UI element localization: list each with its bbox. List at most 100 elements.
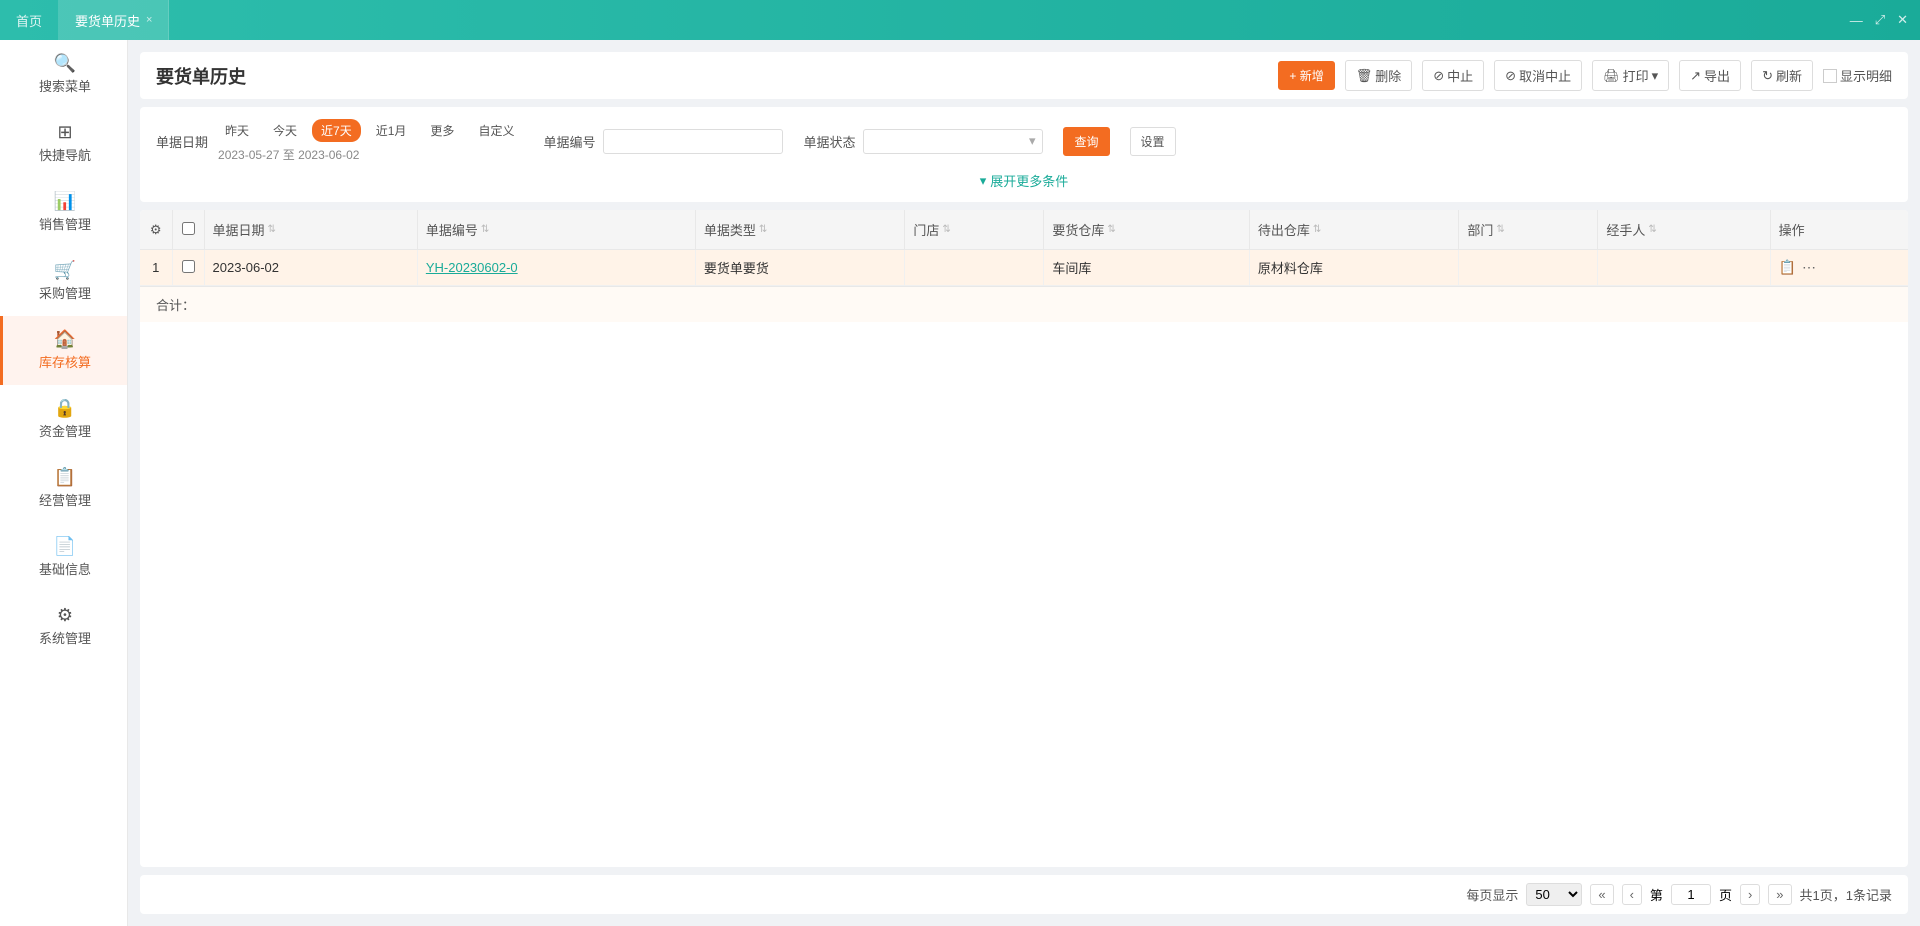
stop-icon: ⊘ — [1433, 68, 1444, 84]
expand-more-row: ▾ 展开更多条件 — [156, 171, 1892, 190]
cancel-stop-button[interactable]: ⊘ 取消中止 — [1494, 60, 1582, 91]
row-checkbox-cell — [172, 250, 204, 286]
table-body: 1 2023-06-02 YH-20230602-0 要货单要货 车间库 原材料… — [140, 250, 1908, 286]
sort-icon: ⇅ — [1107, 224, 1115, 235]
date-btn-yesterday[interactable]: 昨天 — [216, 119, 258, 142]
cell-dept — [1459, 250, 1598, 286]
search-menu-icon: 🔍 — [54, 54, 76, 72]
display-detail-toggle[interactable]: 显示明细 — [1823, 66, 1892, 85]
basic-info-icon: 📄 — [54, 537, 76, 555]
export-button[interactable]: ↗ 导出 — [1679, 60, 1741, 91]
status-select[interactable] — [863, 129, 1043, 154]
sidebar-item-basic-info[interactable]: 📄 基础信息 — [0, 523, 127, 592]
delete-button[interactable]: 🗑 删除 — [1345, 60, 1413, 91]
sidebar-item-label: 资金管理 — [39, 421, 91, 440]
cell-doc-date: 2023-06-02 — [204, 250, 417, 286]
sidebar-item-label: 搜索菜单 — [39, 76, 91, 95]
sidebar-item-label: 系统管理 — [39, 628, 91, 647]
page-size-select[interactable]: 50 10 20 100 — [1526, 883, 1582, 906]
sales-icon: 📊 — [54, 192, 76, 210]
sort-icon: ⇅ — [759, 224, 767, 235]
row-more-icon[interactable]: ⋯ — [1802, 259, 1816, 276]
select-all-checkbox[interactable] — [182, 222, 195, 235]
main-content: 要货单历史 + 新增 🗑 删除 ⊘ 中止 ⊘ 取消中止 🖨 打印 — [128, 40, 1920, 926]
last-page-button[interactable]: » — [1768, 884, 1791, 905]
new-button[interactable]: + 新增 — [1278, 61, 1334, 90]
sidebar-item-label: 销售管理 — [39, 214, 91, 233]
col-pending-warehouse: 待出仓库 ⇅ — [1249, 210, 1459, 250]
inventory-icon: 🏠 — [54, 330, 76, 348]
row-edit-icon[interactable]: 📋 — [1779, 259, 1796, 276]
top-bar: 首页 要货单历史 × — ⤢ ✕ — [0, 0, 1920, 40]
doc-no-input[interactable] — [603, 129, 783, 154]
tab-purchase-history[interactable]: 要货单历史 × — [59, 0, 169, 40]
delete-icon: 🗑 — [1356, 68, 1373, 84]
date-btn-1month[interactable]: 近1月 — [367, 119, 416, 142]
status-label: 单据状态 — [803, 132, 855, 151]
sidebar-item-finance-mgmt[interactable]: 🔒 资金管理 — [0, 385, 127, 454]
sys-icon: ⚙ — [57, 606, 73, 624]
tab-home[interactable]: 首页 — [0, 0, 59, 40]
page-size-label: 每页显示 — [1466, 885, 1518, 904]
sidebar-item-label: 基础信息 — [39, 559, 91, 578]
cell-handler — [1598, 250, 1770, 286]
date-btn-7days[interactable]: 近7天 — [312, 119, 361, 142]
window-close-icon[interactable]: ✕ — [1897, 12, 1908, 28]
doc-no-label: 单据编号 — [543, 132, 595, 151]
date-btn-more[interactable]: 更多 — [421, 119, 463, 142]
cell-actions: 📋 ⋯ — [1770, 250, 1908, 286]
status-select-wrapper — [863, 129, 1043, 154]
expand-more-button[interactable]: ▾ 展开更多条件 — [980, 171, 1069, 190]
sidebar-item-search-menu[interactable]: 🔍 搜索菜单 — [0, 40, 127, 109]
settings-col-icon[interactable]: ⚙ — [150, 222, 162, 237]
col-settings: ⚙ — [140, 210, 172, 250]
col-doc-type: 单据类型 ⇅ — [695, 210, 905, 250]
prev-page-button[interactable]: ‹ — [1622, 884, 1642, 905]
sidebar-item-quick-nav[interactable]: ⊞ 快捷导航 — [0, 109, 127, 178]
footer-label: 合计： — [156, 298, 195, 313]
tab-close-icon[interactable]: × — [146, 14, 152, 26]
sidebar: 🔍 搜索菜单 ⊞ 快捷导航 📊 销售管理 🛒 采购管理 🏠 库存核算 🔒 资金管… — [0, 40, 128, 926]
filter-row: 单据日期 昨天 今天 近7天 近1月 更多 自定义 2023-05-27 至 2… — [156, 119, 1892, 163]
purchase-icon: 🛒 — [54, 261, 76, 279]
col-doc-no: 单据编号 ⇅ — [417, 210, 695, 250]
table-footer-summary: 合计： — [140, 286, 1908, 322]
sidebar-item-label: 库存核算 — [39, 352, 91, 371]
next-page-button[interactable]: › — [1740, 884, 1760, 905]
col-doc-date: 单据日期 ⇅ — [204, 210, 417, 250]
window-minimize-icon[interactable]: — — [1850, 13, 1863, 28]
cell-doc-no: YH-20230602-0 — [417, 250, 695, 286]
jump-prefix: 第 — [1650, 885, 1663, 904]
cell-doc-type: 要货单要货 — [695, 250, 905, 286]
sidebar-item-label: 经营管理 — [39, 490, 91, 509]
date-btn-custom[interactable]: 自定义 — [469, 119, 523, 142]
doc-no-link[interactable]: YH-20230602-0 — [426, 260, 518, 275]
date-btn-today[interactable]: 今天 — [264, 119, 306, 142]
first-page-button[interactable]: « — [1590, 884, 1613, 905]
page-input[interactable] — [1671, 884, 1711, 905]
cell-pending-warehouse: 原材料仓库 — [1249, 250, 1459, 286]
table-header: ⚙ 单据日期 ⇅ 单据编号 — [140, 210, 1908, 250]
refresh-icon: ↻ — [1762, 68, 1773, 84]
settings-button[interactable]: 设置 — [1130, 127, 1176, 156]
cell-store — [905, 250, 1044, 286]
sort-icon: ⇅ — [268, 224, 276, 235]
refresh-button[interactable]: ↻ 刷新 — [1751, 60, 1813, 91]
col-store: 门店 ⇅ — [905, 210, 1044, 250]
sidebar-item-ops-mgmt[interactable]: 📋 经营管理 — [0, 454, 127, 523]
sidebar-item-sales-mgmt[interactable]: 📊 销售管理 — [0, 178, 127, 247]
sidebar-item-sys-mgmt[interactable]: ⚙ 系统管理 — [0, 592, 127, 661]
finance-icon: 🔒 — [54, 399, 76, 417]
window-maximize-icon[interactable]: ⤢ — [1875, 12, 1885, 28]
table-area: ⚙ 单据日期 ⇅ 单据编号 — [140, 210, 1908, 867]
sidebar-item-inventory[interactable]: 🏠 库存核算 — [0, 316, 127, 385]
date-range-display: 2023-05-27 至 2023-06-02 — [218, 146, 523, 163]
query-button[interactable]: 查询 — [1063, 127, 1109, 156]
row-checkbox[interactable] — [182, 260, 195, 273]
stop-button[interactable]: ⊘ 中止 — [1422, 60, 1484, 91]
table-row: 1 2023-06-02 YH-20230602-0 要货单要货 车间库 原材料… — [140, 250, 1908, 286]
sidebar-item-purchase-mgmt[interactable]: 🛒 采购管理 — [0, 247, 127, 316]
print-button[interactable]: 🖨 打印 ▾ — [1592, 60, 1669, 91]
date-filter-label: 单据日期 — [156, 132, 208, 151]
date-filter-group: 单据日期 昨天 今天 近7天 近1月 更多 自定义 2023-05-27 至 2… — [156, 119, 523, 163]
